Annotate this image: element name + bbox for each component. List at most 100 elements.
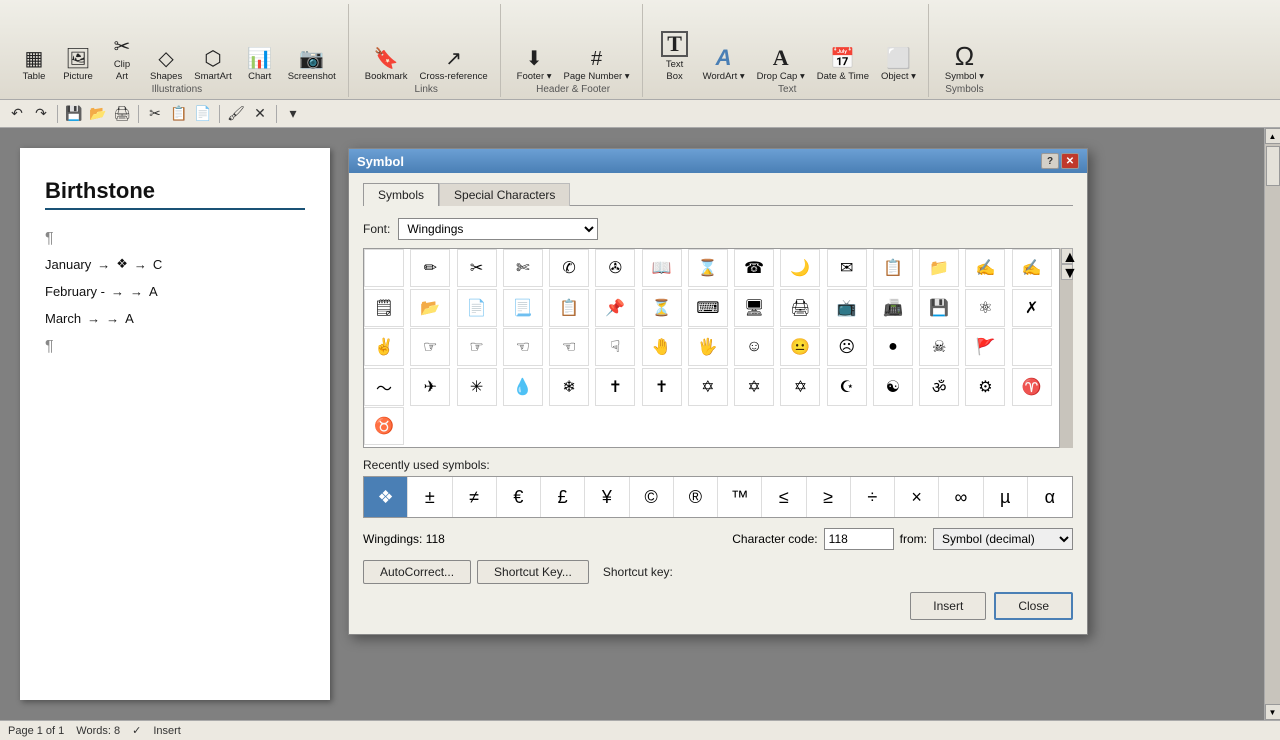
sym-hand-write[interactable]: ✍: [965, 249, 1005, 287]
bookmark-button[interactable]: 🔖 Bookmark: [361, 47, 412, 84]
sym-fax[interactable]: 📠: [873, 289, 913, 327]
redo-icon[interactable]: ↷: [30, 103, 52, 125]
more-icon[interactable]: ▾: [282, 103, 304, 125]
sym-hand6[interactable]: 🤚: [642, 328, 682, 366]
tab-special-characters[interactable]: Special Characters: [439, 183, 570, 206]
clipart-button[interactable]: ✂ ClipArt: [102, 35, 142, 84]
sym-hand-write2[interactable]: ✍: [1012, 249, 1052, 287]
sym-flag[interactable]: 🚩: [965, 328, 1005, 366]
sym-blank[interactable]: [364, 249, 404, 287]
sym-book[interactable]: 📖: [642, 249, 682, 287]
scroll-down-button[interactable]: ▼: [1265, 704, 1280, 720]
sym-doc[interactable]: 🗒: [364, 289, 404, 327]
sym-skull[interactable]: ☠: [919, 328, 959, 366]
textbox-button[interactable]: T Symbol TextBox: [655, 29, 695, 84]
sym-hourglass2[interactable]: ⏳: [642, 289, 682, 327]
format-painter-icon[interactable]: 🖌: [225, 103, 247, 125]
table-button[interactable]: ▦ Table: [14, 47, 54, 84]
rec-symbol-8[interactable]: ™: [718, 477, 762, 517]
rec-symbol-15[interactable]: α: [1028, 477, 1072, 517]
autocorrect-button[interactable]: AutoCorrect...: [363, 560, 471, 584]
sym-wheel[interactable]: ⚙: [965, 368, 1005, 406]
close-button[interactable]: Close: [994, 592, 1073, 620]
sym-yin-yang[interactable]: ☯: [873, 368, 913, 406]
smartart-button[interactable]: ⬡ SmartArt: [190, 47, 235, 84]
sym-pin[interactable]: 📌: [595, 289, 635, 327]
sym-hand1[interactable]: ☞: [410, 328, 450, 366]
char-code-input[interactable]: [824, 528, 894, 550]
sym-moon[interactable]: 🌙: [780, 249, 820, 287]
close-doc-icon[interactable]: ✕: [249, 103, 271, 125]
sym-peace[interactable]: ✌: [364, 328, 404, 366]
copy-icon[interactable]: 📋: [168, 103, 190, 125]
sym-hand4[interactable]: ☜: [549, 328, 589, 366]
sym-keyboard[interactable]: ⌨: [688, 289, 728, 327]
print-icon[interactable]: 🖨: [111, 103, 133, 125]
scroll-thumb[interactable]: [1266, 146, 1280, 186]
sym-drop[interactable]: 💧: [503, 368, 543, 406]
open-icon[interactable]: 📂: [87, 103, 109, 125]
sym-snowflake[interactable]: ❄: [549, 368, 589, 406]
pagenumber-button[interactable]: # Page Number ▾: [560, 47, 634, 84]
sym-om[interactable]: ॐ: [919, 368, 959, 406]
grid-scroll-up[interactable]: ▲: [1061, 248, 1073, 264]
sym-aries[interactable]: ♈: [1012, 368, 1052, 406]
sym-phone-curly[interactable]: ✆: [549, 249, 589, 287]
sym-wave[interactable]: 〜: [364, 368, 404, 406]
sym-page[interactable]: 📄: [457, 289, 497, 327]
sym-circle-filled[interactable]: ●: [873, 328, 913, 366]
chart-button[interactable]: 📊 Chart: [240, 47, 280, 84]
rec-symbol-10[interactable]: ≥: [807, 477, 851, 517]
insert-button[interactable]: Insert: [910, 592, 986, 620]
tab-symbols[interactable]: Symbols: [363, 183, 439, 206]
sym-envelope[interactable]: ✉: [827, 249, 867, 287]
sym-atom[interactable]: ⚛: [965, 289, 1005, 327]
save-icon[interactable]: 💾: [63, 103, 85, 125]
rec-symbol-5[interactable]: ¥: [585, 477, 629, 517]
sym-folder[interactable]: 📁: [919, 249, 959, 287]
sym-taurus[interactable]: ♉: [364, 407, 404, 445]
shapes-button[interactable]: ◇ Shapes: [146, 47, 186, 84]
sym-tv[interactable]: 📺: [827, 289, 867, 327]
sym-cross2[interactable]: ✝: [642, 368, 682, 406]
rec-symbol-4[interactable]: £: [541, 477, 585, 517]
rec-symbol-1[interactable]: ±: [408, 477, 452, 517]
rec-symbol-12[interactable]: ×: [895, 477, 939, 517]
sym-hand5[interactable]: ☟: [595, 328, 635, 366]
sym-cross3[interactable]: ✡: [688, 368, 728, 406]
symbol-grid-scrollbar[interactable]: ▲ ▼: [1059, 248, 1073, 448]
sym-star2[interactable]: ✡: [780, 368, 820, 406]
undo-icon[interactable]: ↶: [6, 103, 28, 125]
from-select[interactable]: Symbol (decimal): [933, 528, 1073, 550]
sym-sad[interactable]: ☹: [827, 328, 867, 366]
sym-scissors[interactable]: ✂: [457, 249, 497, 287]
rec-symbol-6[interactable]: ©: [630, 477, 674, 517]
sym-hand7[interactable]: 🖐: [688, 328, 728, 366]
dialog-close-button[interactable]: ✕: [1061, 153, 1079, 169]
symbol-button[interactable]: Ω Symbol ▾: [941, 41, 988, 84]
sym-clipboard2[interactable]: 📋: [549, 289, 589, 327]
cut-icon[interactable]: ✂: [144, 103, 166, 125]
datetime-button[interactable]: 📅 Date & Time: [813, 47, 873, 84]
rec-symbol-7[interactable]: ®: [674, 477, 718, 517]
object-button[interactable]: ⬜ Object ▾: [877, 47, 920, 84]
sym-hand2[interactable]: ☞: [457, 328, 497, 366]
sym-phone[interactable]: ☎: [734, 249, 774, 287]
dropcap-button[interactable]: A Drop Cap ▾: [753, 45, 809, 84]
sym-smile[interactable]: ☺: [734, 328, 774, 366]
crossref-button[interactable]: ↗ Cross-reference: [416, 47, 492, 84]
scroll-track[interactable]: [1265, 144, 1280, 704]
sym-scissors2[interactable]: ✄: [503, 249, 543, 287]
sym-neutral[interactable]: 😐: [780, 328, 820, 366]
font-select[interactable]: Wingdings: [398, 218, 598, 240]
sym-hand3[interactable]: ☜: [503, 328, 543, 366]
sym-page2[interactable]: 📃: [503, 289, 543, 327]
screenshot-button[interactable]: 📷 Screenshot: [284, 47, 340, 84]
vertical-scrollbar[interactable]: ▲ ▼: [1264, 128, 1280, 720]
footer-button[interactable]: ⬇ Footer ▾: [513, 47, 556, 84]
sym-crescent[interactable]: ☪: [827, 368, 867, 406]
sym-cross-x[interactable]: ✗: [1012, 289, 1052, 327]
picture-button[interactable]: 🖼 Picture: [58, 47, 98, 84]
rec-symbol-14[interactable]: µ: [984, 477, 1028, 517]
rec-symbol-0[interactable]: ❖: [364, 477, 408, 517]
